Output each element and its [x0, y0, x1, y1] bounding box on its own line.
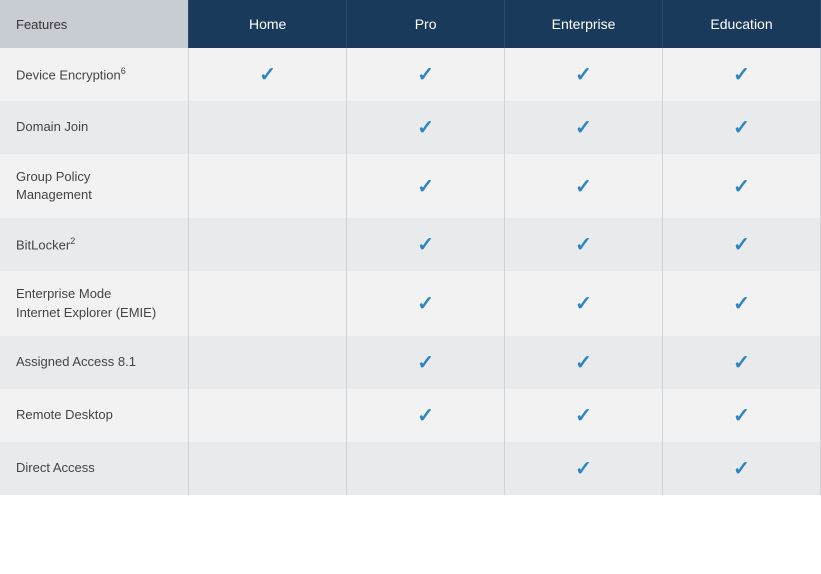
- check-icon: ✓: [733, 62, 750, 87]
- check-icon: ✓: [575, 115, 592, 140]
- header-features: Features: [0, 0, 189, 48]
- header-pro: Pro: [347, 0, 505, 48]
- cell-home: [189, 101, 347, 154]
- cell-enterprise: ✓: [505, 336, 663, 389]
- cell-education: ✓: [663, 218, 821, 271]
- cell-enterprise: ✓: [505, 218, 663, 271]
- table-row: Direct Access ✓ ✓: [0, 442, 821, 495]
- table-row: Device Encryption6 ✓ ✓ ✓ ✓: [0, 48, 821, 101]
- cell-home: [189, 336, 347, 389]
- check-icon: ✓: [417, 174, 434, 199]
- feature-name-cell: Enterprise ModeInternet Explorer (EMIE): [0, 271, 189, 335]
- feature-name-cell: Remote Desktop: [0, 389, 189, 442]
- cell-home: [189, 271, 347, 335]
- cell-pro: ✓: [347, 101, 505, 154]
- table-row: Remote Desktop ✓ ✓ ✓: [0, 389, 821, 442]
- cell-pro: ✓: [347, 389, 505, 442]
- check-icon: ✓: [417, 115, 434, 140]
- cell-home: [189, 154, 347, 218]
- cell-home: ✓: [189, 48, 347, 101]
- cell-enterprise: ✓: [505, 48, 663, 101]
- table-row: Group PolicyManagement ✓ ✓ ✓: [0, 154, 821, 218]
- feature-name-cell: Group PolicyManagement: [0, 154, 189, 218]
- check-icon: ✓: [259, 62, 276, 87]
- header-education: Education: [663, 0, 821, 48]
- cell-education: ✓: [663, 442, 821, 495]
- check-icon: ✓: [417, 62, 434, 87]
- table-row: Enterprise ModeInternet Explorer (EMIE) ✓…: [0, 271, 821, 335]
- cell-home: [189, 389, 347, 442]
- cell-home: [189, 218, 347, 271]
- header-enterprise: Enterprise: [505, 0, 663, 48]
- cell-education: ✓: [663, 336, 821, 389]
- cell-education: ✓: [663, 101, 821, 154]
- table-row: Domain Join ✓ ✓ ✓: [0, 101, 821, 154]
- cell-home: [189, 442, 347, 495]
- check-icon: ✓: [733, 115, 750, 140]
- cell-pro: ✓: [347, 48, 505, 101]
- cell-education: ✓: [663, 271, 821, 335]
- check-icon: ✓: [733, 232, 750, 257]
- feature-name-cell: Device Encryption6: [0, 48, 189, 101]
- cell-enterprise: ✓: [505, 271, 663, 335]
- check-icon: ✓: [417, 350, 434, 375]
- cell-education: ✓: [663, 389, 821, 442]
- feature-name-cell: Assigned Access 8.1: [0, 336, 189, 389]
- check-icon: ✓: [575, 291, 592, 316]
- table-row: Assigned Access 8.1 ✓ ✓ ✓: [0, 336, 821, 389]
- check-icon: ✓: [575, 174, 592, 199]
- comparison-table: Features Home Pro Enterprise Education D…: [0, 0, 821, 495]
- check-icon: ✓: [733, 403, 750, 428]
- cell-pro: ✓: [347, 154, 505, 218]
- cell-education: ✓: [663, 48, 821, 101]
- check-icon: ✓: [575, 350, 592, 375]
- check-icon: ✓: [733, 456, 750, 481]
- header-home: Home: [189, 0, 347, 48]
- cell-enterprise: ✓: [505, 442, 663, 495]
- feature-name-cell: Direct Access: [0, 442, 189, 495]
- check-icon: ✓: [417, 232, 434, 257]
- cell-enterprise: ✓: [505, 101, 663, 154]
- cell-education: ✓: [663, 154, 821, 218]
- check-icon: ✓: [417, 403, 434, 428]
- check-icon: ✓: [733, 291, 750, 316]
- cell-pro: ✓: [347, 336, 505, 389]
- check-icon: ✓: [733, 174, 750, 199]
- feature-name-cell: BitLocker2: [0, 218, 189, 271]
- check-icon: ✓: [733, 350, 750, 375]
- table-row: BitLocker2 ✓ ✓ ✓: [0, 218, 821, 271]
- feature-name-cell: Domain Join: [0, 101, 189, 154]
- check-icon: ✓: [575, 62, 592, 87]
- cell-pro: ✓: [347, 271, 505, 335]
- cell-enterprise: ✓: [505, 154, 663, 218]
- check-icon: ✓: [417, 291, 434, 316]
- cell-enterprise: ✓: [505, 389, 663, 442]
- cell-pro: ✓: [347, 218, 505, 271]
- check-icon: ✓: [575, 403, 592, 428]
- check-icon: ✓: [575, 456, 592, 481]
- check-icon: ✓: [575, 232, 592, 257]
- cell-pro: [347, 442, 505, 495]
